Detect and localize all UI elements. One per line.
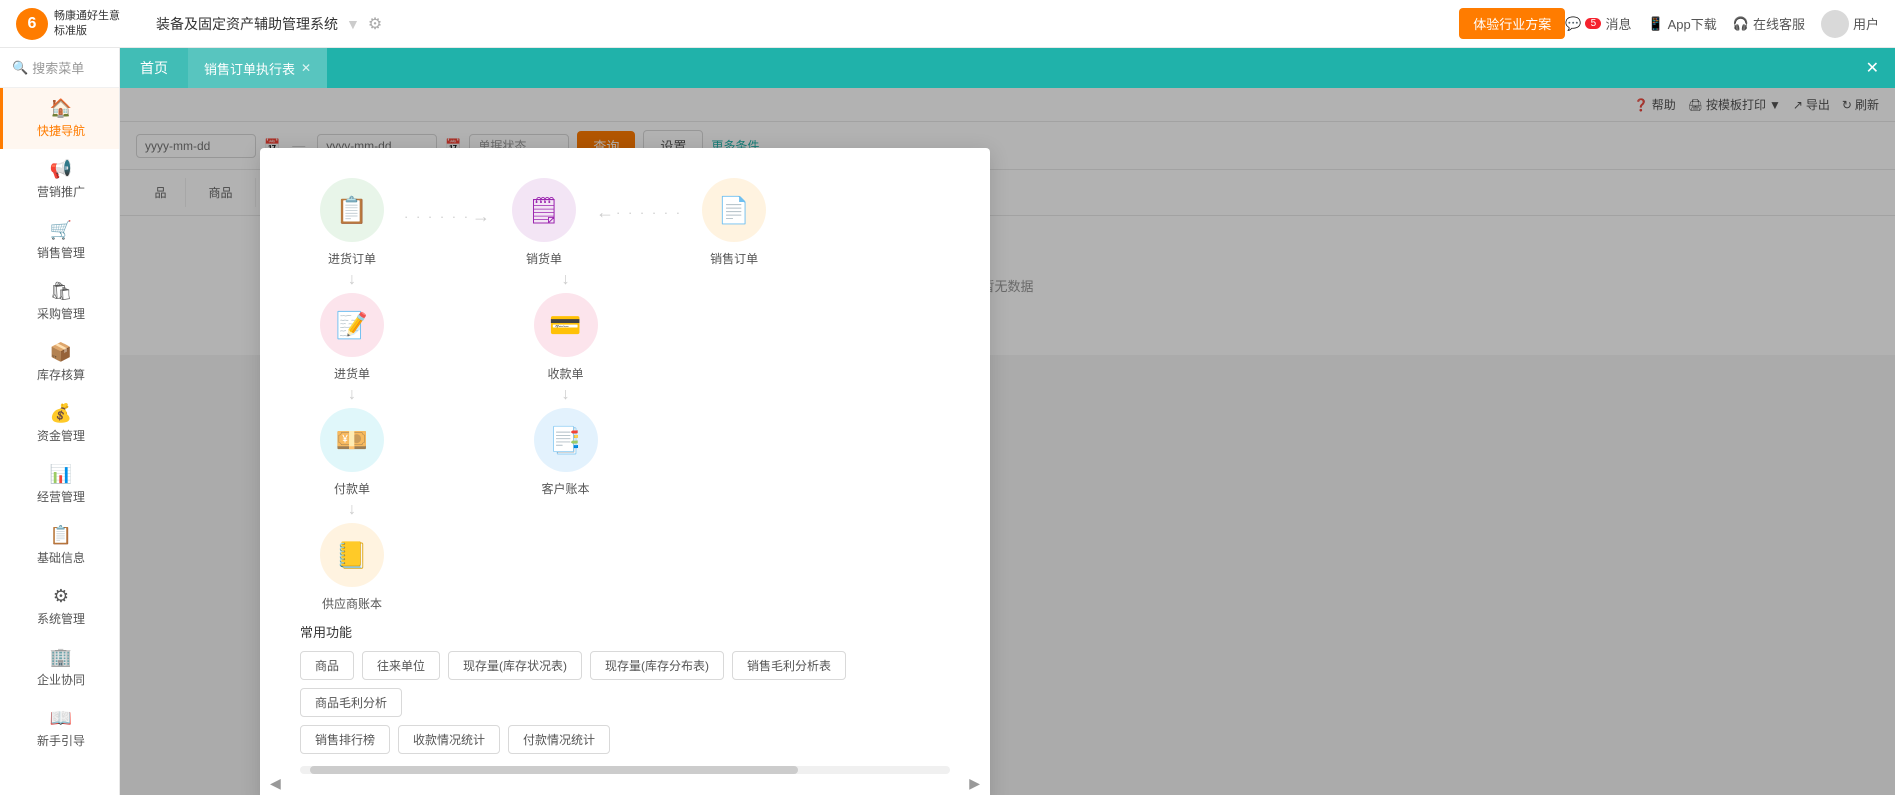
sidebar-item-quick-nav[interactable]: 🏠 快捷导航 (0, 88, 119, 149)
supplier-ledger-icon: 📒 (320, 523, 384, 587)
sidebar-search[interactable]: 🔍 搜索菜单 (0, 48, 119, 88)
tab-close-icon[interactable]: ✕ (301, 61, 311, 75)
sales-icon: 🛒 (50, 220, 72, 241)
top-header: 6 畅康通好生意 标准版 装备及固定资产辅助管理系统 ▼ ⚙ 体验行业方案 💬 … (0, 0, 1895, 48)
arrow-down-3: ↓ (348, 501, 356, 519)
trial-button[interactable]: 体验行业方案 (1459, 8, 1565, 39)
avatar (1821, 10, 1849, 38)
user-menu[interactable]: 用户 (1821, 10, 1879, 38)
payment-bill-label: 付款单 (334, 480, 370, 497)
supplier-ledger-label: 供应商账本 (322, 595, 382, 612)
cf-btn-stock-distribution[interactable]: 现存量(库存分布表) (590, 651, 724, 680)
arrow-down-1: ↓ (348, 271, 356, 289)
sidebar-item-operations[interactable]: 📊 经营管理 (0, 454, 119, 515)
cf-btn-stock-status[interactable]: 现存量(库存状况表) (448, 651, 582, 680)
cf-btn-sales-analysis[interactable]: 销售毛利分析表 (732, 651, 846, 680)
sidebar-item-marketing[interactable]: 📢 营销推广 (0, 149, 119, 210)
purchase-icon: 🛍 (50, 281, 73, 302)
customer-ledger-label: 客户账本 (542, 480, 590, 497)
sidebar-item-inventory[interactable]: 📦 库存核算 (0, 332, 119, 393)
arrow-down-2: ↓ (348, 386, 356, 404)
enterprise-icon: 🏢 (50, 647, 72, 668)
flow-node-purchase-bill[interactable]: 📝 进货单 (320, 293, 384, 382)
system-icon: ⚙ (53, 586, 69, 607)
sidebar-item-system[interactable]: ⚙ 系统管理 (0, 576, 119, 637)
modal-scrollbar[interactable] (300, 766, 950, 774)
logo-text: 畅康通好生意 标准版 (54, 9, 120, 38)
cf-btn-product[interactable]: 商品 (300, 651, 354, 680)
message-button[interactable]: 💬 5 消息 (1565, 14, 1631, 33)
flow-node-supplier-ledger[interactable]: 📒 供应商账本 (320, 523, 384, 612)
payment-bill-icon: 💴 (320, 408, 384, 472)
arrow-down-customer: ↓ (562, 386, 570, 404)
sidebar-item-enterprise[interactable]: 🏢 企业协同 (0, 637, 119, 698)
cf-title: 常用功能 (300, 622, 950, 641)
scroll-left-arrow[interactable]: ◀ (270, 775, 281, 792)
operations-icon: 📊 (50, 464, 72, 485)
sales-bill-label: 销货单 (526, 250, 562, 267)
purchase-bill-icon: 📝 (320, 293, 384, 357)
arrow-down-sales: ↓ (562, 271, 570, 289)
tab-home[interactable]: 首页 (120, 48, 188, 88)
online-service-button[interactable]: 🎧 在线客服 (1733, 14, 1805, 33)
flow-node-receipt-bill[interactable]: 💳 收款单 (534, 293, 598, 382)
purchase-bill-label: 进货单 (334, 365, 370, 382)
scroll-right-arrow[interactable]: ▶ (969, 775, 980, 792)
sales-order-icon: 📄 (702, 178, 766, 242)
cf-btn-receipt-stats[interactable]: 收款情况统计 (398, 725, 500, 754)
flow-node-sales-order[interactable]: 📄 销售订单 (702, 178, 766, 267)
content-area: 首页 销售订单执行表 ✕ ✕ ❓ 帮助 🖨 按模板打印 ▼ (120, 48, 1895, 795)
flow-node-customer-ledger[interactable]: 📑 客户账本 (534, 408, 598, 497)
modal-overlay[interactable]: 📋 进货订单 ↓ 📝 进货单 ↓ (120, 88, 1895, 795)
scrollbar-thumb (310, 766, 798, 774)
sidebar-item-finance[interactable]: 💰 资金管理 (0, 393, 119, 454)
cf-buttons-row2: 销售排行榜 收款情况统计 付款情况统计 (300, 725, 950, 754)
cf-buttons-row1: 商品 往来单位 现存量(库存状况表) 现存量(库存分布表) 销售毛利分析表 商品… (300, 651, 950, 717)
flow-node-purchase-order[interactable]: 📋 进货订单 (320, 178, 384, 267)
sidebar-item-purchase[interactable]: 🛍 采购管理 (0, 271, 119, 332)
flow-node-sales-bill[interactable]: 🗒 销货单 (512, 178, 576, 267)
tab-sales-order[interactable]: 销售订单执行表 ✕ (188, 48, 327, 88)
purchase-order-label: 进货订单 (328, 250, 376, 267)
customer-ledger-icon: 📑 (534, 408, 598, 472)
flow-node-payment-bill[interactable]: 💴 付款单 (320, 408, 384, 497)
tab-bar: 首页 销售订单执行表 ✕ ✕ (120, 48, 1895, 88)
logo-area: 6 畅康通好生意 标准版 (16, 8, 136, 40)
sales-bill-icon: 🗒 (512, 178, 576, 242)
finance-icon: 💰 (50, 403, 72, 424)
cf-btn-partners[interactable]: 往来单位 (362, 651, 440, 680)
sidebar-item-sales[interactable]: 🛒 销售管理 (0, 210, 119, 271)
cf-btn-product-profit[interactable]: 商品毛利分析 (300, 688, 402, 717)
receipt-bill-icon: 💳 (534, 293, 598, 357)
quick-nav-modal: 📋 进货订单 ↓ 📝 进货单 ↓ (260, 148, 990, 795)
basic-info-icon: 📋 (50, 525, 72, 546)
inventory-icon: 📦 (50, 342, 72, 363)
quick-nav-icon: 🏠 (50, 98, 72, 119)
marketing-icon: 📢 (50, 159, 72, 180)
header-right: 💬 5 消息 📱 App下载 🎧 在线客服 用户 (1565, 10, 1879, 38)
cf-btn-payment-stats[interactable]: 付款情况统计 (508, 725, 610, 754)
system-title: 装备及固定资产辅助管理系统 ▼ ⚙ (156, 14, 1459, 34)
receipt-bill-label: 收款单 (548, 365, 584, 382)
flow-diagram: 📋 进货订单 ↓ 📝 进货单 ↓ (300, 178, 950, 612)
app-download-button[interactable]: 📱 App下载 (1647, 14, 1716, 33)
beginner-icon: 📖 (50, 708, 72, 729)
purchase-order-icon: 📋 (320, 178, 384, 242)
logo-icon: 6 (16, 8, 48, 40)
page-content: ❓ 帮助 🖨 按模板打印 ▼ ↗ 导出 ↻ 刷新 (120, 88, 1895, 795)
sidebar: 🔍 搜索菜单 🏠 快捷导航 📢 营销推广 🛒 销售管理 🛍 采购管理 📦 库存核… (0, 48, 120, 795)
close-window-button[interactable]: ✕ (1850, 48, 1895, 88)
sidebar-item-beginner[interactable]: 📖 新手引导 (0, 698, 119, 759)
sales-order-label: 销售订单 (710, 250, 758, 267)
cf-btn-sales-ranking[interactable]: 销售排行榜 (300, 725, 390, 754)
main-layout: 🔍 搜索菜单 🏠 快捷导航 📢 营销推广 🛒 销售管理 🛍 采购管理 📦 库存核… (0, 48, 1895, 795)
common-functions: 常用功能 商品 往来单位 现存量(库存状况表) 现存量(库存分布表) 销售毛利分… (300, 622, 950, 754)
sidebar-item-basic-info[interactable]: 📋 基础信息 (0, 515, 119, 576)
